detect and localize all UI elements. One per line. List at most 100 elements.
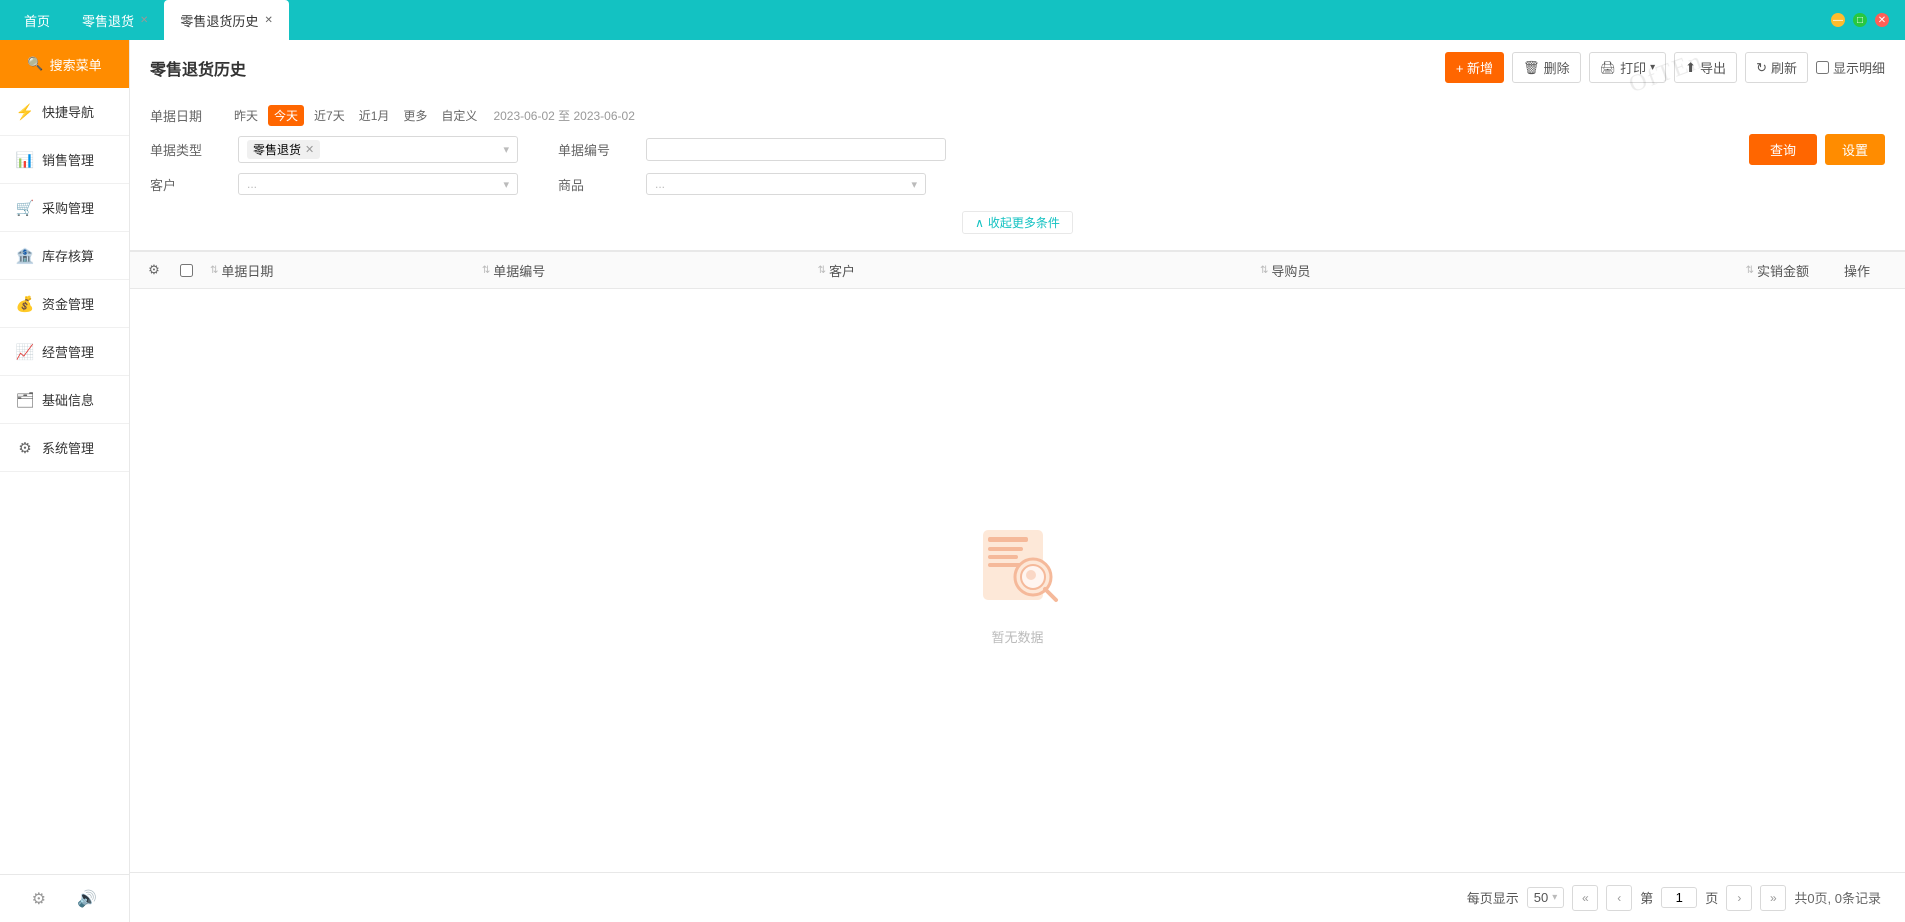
sidebar-item-finance-label: 资金管理 <box>42 294 94 313</box>
sidebar-item-inventory-label: 库存核算 <box>42 246 94 265</box>
sidebar-item-quick-nav[interactable]: ⚡ 快捷导航 <box>0 88 129 136</box>
col-header-doc-no[interactable]: ⇅ 单据编号 <box>474 261 810 280</box>
doc-type-tag-close[interactable]: ✕ <box>305 143 314 156</box>
sort-icon-doc: ⇅ <box>482 265 490 276</box>
sidebar-item-sales-mgmt-label: 销售管理 <box>42 150 94 169</box>
col-doc-label: 单据编号 <box>493 261 545 280</box>
table-settings-icon[interactable]: ⚙ <box>138 262 170 278</box>
sidebar-volume-btn[interactable]: 🔊 <box>77 889 97 909</box>
sidebar-item-business[interactable]: 📈 经营管理 <box>0 328 129 376</box>
tab-home[interactable]: 首页 <box>8 0 66 40</box>
filter-row-type: 单据类型 零售退货 ✕ ▾ 单据编号 <box>150 134 1885 165</box>
print-button[interactable]: 🖨 打印 ▾ <box>1589 52 1667 83</box>
date-opt-more[interactable]: 更多 <box>399 106 431 125</box>
date-opt-7days[interactable]: 近7天 <box>310 106 349 125</box>
customer-placeholder: ... <box>247 177 257 191</box>
col-guide-label: 导购员 <box>1271 261 1310 280</box>
page-prev-btn[interactable]: ‹ <box>1606 885 1632 911</box>
refresh-icon: ↻ <box>1756 60 1767 76</box>
finance-icon: 💰 <box>16 295 34 313</box>
date-range-display: 2023-06-02 至 2023-06-02 <box>493 107 634 124</box>
window-minimize-btn[interactable]: — <box>1831 13 1845 27</box>
refresh-button[interactable]: ↻ 刷新 <box>1745 52 1808 83</box>
customer-select[interactable]: ... ▾ <box>238 173 518 195</box>
system-mgmt-icon: ⚙ <box>16 439 34 457</box>
close-tab-retail-return-history[interactable]: ✕ <box>264 15 272 26</box>
date-opt-today[interactable]: 今天 <box>268 105 304 126</box>
doc-no-input[interactable] <box>646 138 946 161</box>
table-check-all[interactable] <box>170 264 202 277</box>
settings-button[interactable]: 设置 <box>1825 134 1885 165</box>
show-detail-checkbox[interactable]: 显示明细 <box>1816 58 1885 77</box>
show-detail-input[interactable] <box>1816 61 1829 74</box>
date-opt-custom[interactable]: 自定义 <box>437 106 481 125</box>
page-size-chevron: ▾ <box>1552 892 1557 903</box>
col-header-amount[interactable]: ⇅ 实销金额 <box>1588 261 1817 280</box>
sort-icon-date: ⇅ <box>210 265 218 276</box>
top-bar: 首页 零售退货 ✕ 零售退货历史 ✕ — □ ✕ <box>0 0 1905 40</box>
sidebar-item-inventory[interactable]: 🏦 库存核算 <box>0 232 129 280</box>
page-size-label: 每页显示 <box>1467 888 1519 907</box>
collapse-button[interactable]: ∧ 收起更多条件 <box>962 211 1073 234</box>
show-detail-label: 显示明细 <box>1833 58 1885 77</box>
doc-type-group: 单据类型 零售退货 ✕ ▾ <box>150 136 518 163</box>
business-icon: 📈 <box>16 343 34 361</box>
date-options: 昨天 今天 近7天 近1月 更多 自定义 2023-06-02 至 2023-0… <box>230 105 635 126</box>
query-button[interactable]: 查询 <box>1749 134 1817 165</box>
doc-type-tags: 零售退货 ✕ <box>247 140 320 159</box>
sidebar-item-sales-mgmt[interactable]: 📊 销售管理 <box>0 136 129 184</box>
doc-type-select[interactable]: 零售退货 ✕ ▾ <box>238 136 518 163</box>
tab-retail-return[interactable]: 零售退货 ✕ <box>66 0 164 40</box>
sidebar-settings-btn[interactable]: ⚙ <box>32 889 46 909</box>
refresh-button-label: 刷新 <box>1771 58 1797 77</box>
collapse-row: ∧ 收起更多条件 <box>150 203 1885 242</box>
empty-text: 暂无数据 <box>991 627 1043 646</box>
close-tab-retail-return[interactable]: ✕ <box>140 15 148 26</box>
check-all-input[interactable] <box>180 264 193 277</box>
new-button[interactable]: + 新增 <box>1445 52 1504 83</box>
collapse-up-icon: ∧ <box>975 216 984 230</box>
tab-retail-return-history[interactable]: 零售退货历史 ✕ <box>164 0 288 40</box>
sidebar-item-finance[interactable]: 💰 资金管理 <box>0 280 129 328</box>
window-controls: — □ ✕ <box>1831 13 1905 27</box>
delete-button-label: 删除 <box>1544 58 1570 77</box>
date-opt-1month[interactable]: 近1月 <box>355 106 394 125</box>
search-icon: 🔍 <box>27 56 43 72</box>
settings-button-label: 设置 <box>1842 140 1868 159</box>
page-next-btn[interactable]: › <box>1726 885 1752 911</box>
goods-select[interactable]: ... ▾ <box>646 173 926 195</box>
sidebar-item-purchase-mgmt[interactable]: 🛒 采购管理 <box>0 184 129 232</box>
sidebar-item-system-mgmt-label: 系统管理 <box>42 438 94 457</box>
date-opt-prev[interactable]: 昨天 <box>230 106 262 125</box>
col-date-label: 单据日期 <box>221 261 273 280</box>
doc-no-group: 单据编号 <box>558 138 946 161</box>
table-area: ⚙ ⇅ 单据日期 ⇅ 单据编号 ⇅ 客户 ⇅ 导购员 <box>130 251 1905 872</box>
col-header-customer[interactable]: ⇅ 客户 <box>810 261 1252 280</box>
doc-no-label: 单据编号 <box>558 140 638 159</box>
page-first-btn[interactable]: « <box>1572 885 1598 911</box>
sidebar-item-system-mgmt[interactable]: ⚙ 系统管理 <box>0 424 129 472</box>
page-size-select[interactable]: 50 ▾ <box>1527 887 1565 908</box>
page-size-value: 50 <box>1534 890 1548 905</box>
window-close-btn[interactable]: ✕ <box>1875 13 1889 27</box>
sidebar-item-basic-info-label: 基础信息 <box>42 390 94 409</box>
page-title-row: 零售退货历史 + 新增 🗑 删除 🖨 打印 ▾ ⬆ <box>150 52 1885 83</box>
export-button[interactable]: ⬆ 导出 <box>1674 52 1737 83</box>
col-header-guide[interactable]: ⇅ 导购员 <box>1252 261 1588 280</box>
sidebar-item-basic-info[interactable]: 🗂 基础信息 <box>0 376 129 424</box>
col-header-date[interactable]: ⇅ 单据日期 <box>202 261 474 280</box>
main-container: 🔍 搜索菜单 ⚡ 快捷导航 📊 销售管理 🛒 采购管理 🏦 库存核算 💰 <box>0 40 1905 922</box>
print-button-label: 打印 <box>1620 58 1646 77</box>
pagination-bar: 每页显示 50 ▾ « ‹ 第 页 › » 共0页, 0条记录 <box>130 872 1905 922</box>
page-last-btn[interactable]: » <box>1760 885 1786 911</box>
tab-list: 首页 零售退货 ✕ 零售退货历史 ✕ <box>8 0 1831 40</box>
sidebar-search[interactable]: 🔍 搜索菜单 <box>0 40 129 88</box>
window-maximize-btn[interactable]: □ <box>1853 13 1867 27</box>
empty-illustration <box>958 515 1078 615</box>
delete-button[interactable]: 🗑 删除 <box>1512 52 1581 83</box>
page-unit: 页 <box>1705 888 1718 907</box>
sidebar-item-quick-nav-label: 快捷导航 <box>42 102 94 121</box>
delete-icon: 🗑 <box>1523 60 1540 76</box>
page-num-input[interactable] <box>1661 887 1697 908</box>
new-button-label: + 新增 <box>1456 58 1493 77</box>
